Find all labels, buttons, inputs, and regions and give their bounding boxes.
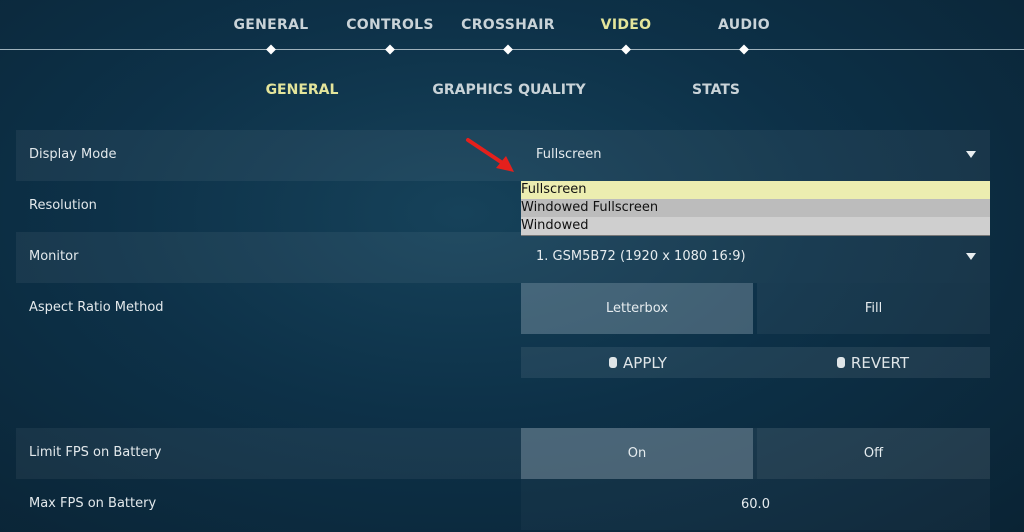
select-value: Fullscreen (536, 147, 602, 162)
subtab-stats[interactable]: STATS (692, 82, 740, 98)
setting-label: Limit FPS on Battery (29, 445, 162, 460)
tab-audio[interactable]: AUDIO (718, 17, 770, 33)
setting-aspect-ratio: Aspect Ratio Method Letterbox Fill (16, 283, 990, 334)
tab-marker (621, 44, 631, 55)
setting-monitor: Monitor 1. GSM5B72 (1920 x 1080 16:9) (16, 232, 990, 283)
dropdown-option[interactable]: Fullscreen (521, 181, 990, 199)
dropdown-option[interactable]: Windowed Fullscreen (521, 199, 990, 217)
red-arrow-annotation (466, 138, 514, 172)
display-mode-dropdown: Fullscreen Windowed Fullscreen Windowed (521, 181, 990, 236)
lock-icon (836, 357, 845, 368)
setting-label: Monitor (29, 249, 79, 264)
tab-video[interactable]: VIDEO (601, 17, 652, 33)
revert-label: REVERT (850, 353, 910, 372)
tab-marker (385, 44, 395, 55)
select-value: 1. GSM5B72 (1920 x 1080 16:9) (536, 249, 746, 264)
monitor-select[interactable]: 1. GSM5B72 (1920 x 1080 16:9) (521, 232, 990, 283)
subtab-general[interactable]: GENERAL (266, 82, 339, 98)
setting-label: Resolution (29, 198, 97, 213)
on-option[interactable]: On (521, 428, 753, 479)
tab-marker (503, 44, 513, 55)
tab-crosshair[interactable]: CROSSHAIR (461, 17, 555, 33)
off-option[interactable]: Off (757, 428, 990, 479)
tab-general[interactable]: GENERAL (234, 17, 309, 33)
tab-marker (739, 44, 749, 55)
apply-label: APPLY (623, 353, 667, 372)
dropdown-option[interactable]: Windowed (521, 217, 990, 235)
tab-marker (266, 44, 276, 55)
apply-revert-bar: APPLY REVERT (521, 347, 990, 378)
lock-icon (609, 357, 618, 368)
setting-label: Max FPS on Battery (29, 496, 157, 511)
apply-button[interactable]: APPLY (521, 347, 755, 378)
revert-button[interactable]: REVERT (756, 347, 990, 378)
fill-option[interactable]: Fill (757, 283, 990, 334)
tab-controls[interactable]: CONTROLS (346, 17, 434, 33)
top-nav: GENERAL CONTROLS CROSSHAIR VIDEO AUDIO (0, 0, 1024, 60)
caret-down-icon (966, 253, 976, 260)
display-mode-select[interactable]: Fullscreen (521, 130, 990, 181)
caret-down-icon (966, 151, 976, 158)
max-fps-value[interactable]: 60.0 (521, 479, 990, 530)
subtab-graphics-quality[interactable]: GRAPHICS QUALITY (432, 82, 585, 98)
letterbox-option[interactable]: Letterbox (521, 283, 753, 334)
setting-label: Aspect Ratio Method (29, 300, 164, 315)
setting-label: Display Mode (29, 147, 117, 162)
setting-limit-fps-battery: Limit FPS on Battery On Off (16, 428, 990, 479)
